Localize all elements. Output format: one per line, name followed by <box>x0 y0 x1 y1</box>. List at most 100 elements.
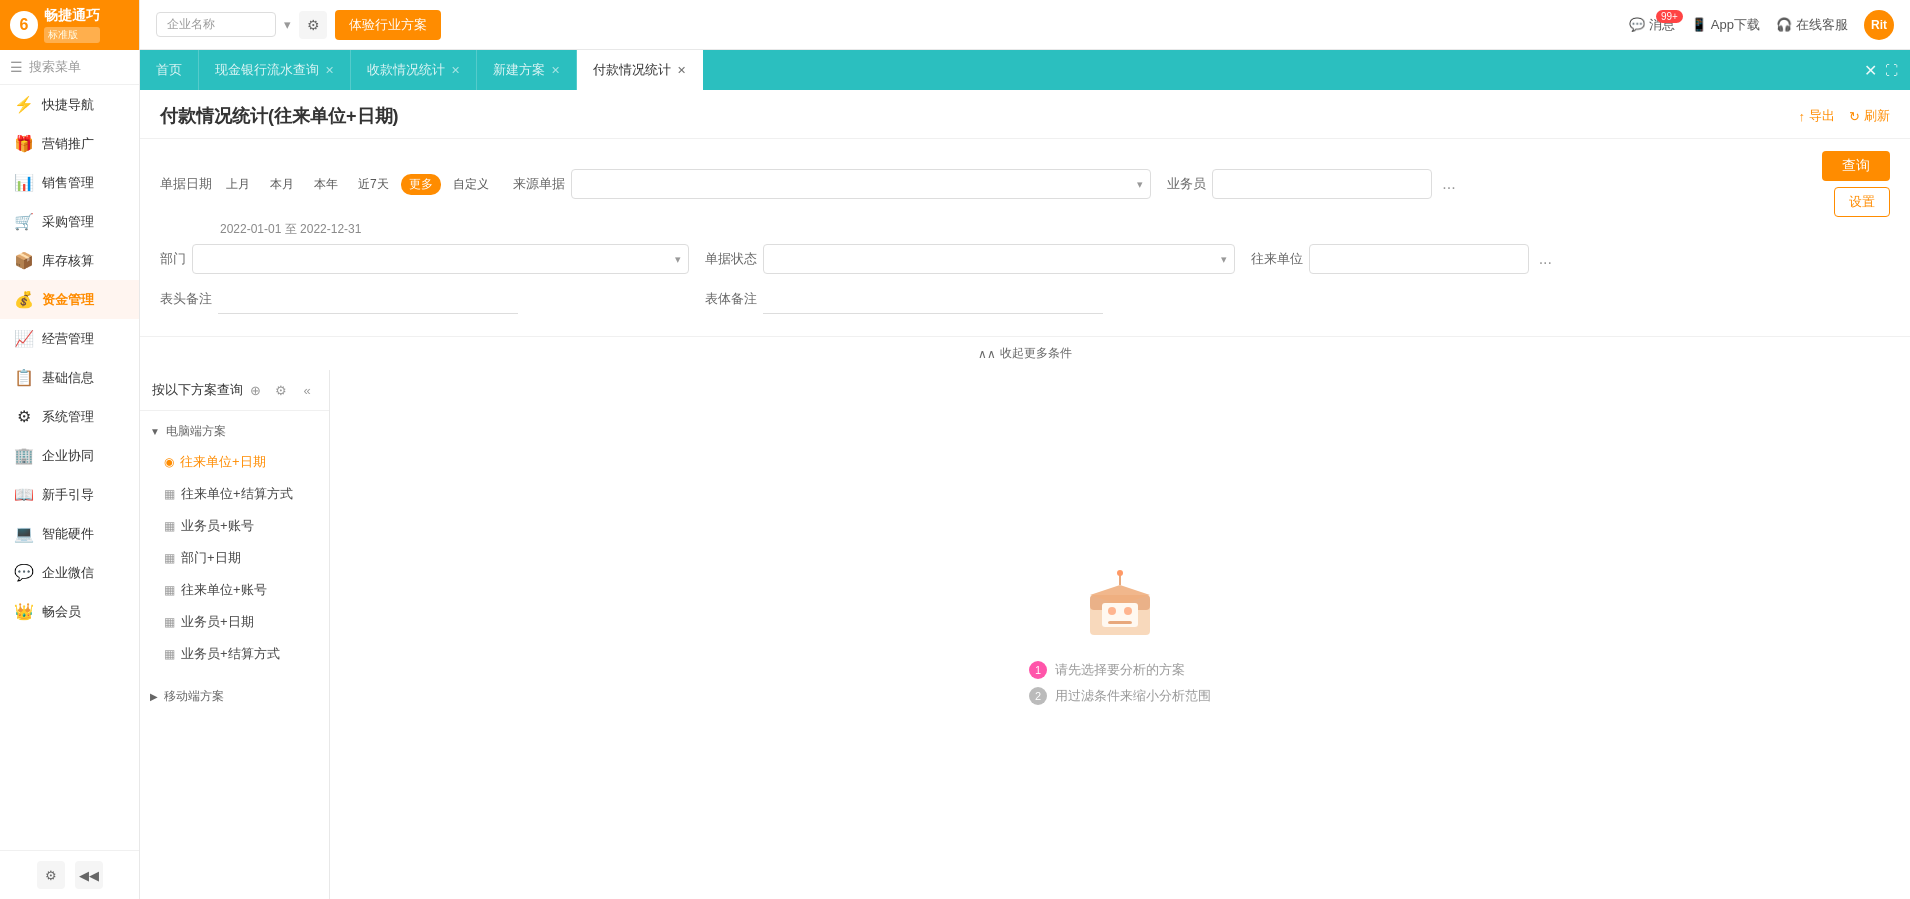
sidebar-collapse-btn[interactable]: ◀◀ <box>75 861 103 889</box>
system-icon: ⚙ <box>14 407 34 426</box>
salesman-input[interactable] <box>1212 169 1432 199</box>
date-opt-custom[interactable]: 自定义 <box>445 173 497 196</box>
query-btn[interactable]: 查询 <box>1822 151 1890 181</box>
source-select[interactable] <box>571 169 1152 199</box>
base-info-icon: 📋 <box>14 368 34 387</box>
body-note-label: 表体备注 <box>705 290 757 308</box>
date-opt-last-month[interactable]: 上月 <box>218 173 258 196</box>
sidebar-item-finance[interactable]: 💰 资金管理 <box>0 280 139 319</box>
topbar-app-btn[interactable]: 📱 App下载 <box>1691 16 1760 34</box>
tab-receipt-stats-close[interactable]: ✕ <box>451 64 460 77</box>
partner-input[interactable] <box>1309 244 1529 274</box>
sidebar-item-marketing[interactable]: 🎁 营销推广 <box>0 124 139 163</box>
tab-payment-stats[interactable]: 付款情况统计 ✕ <box>577 50 703 90</box>
partner-dots[interactable]: ... <box>1539 250 1552 268</box>
topbar-service-btn[interactable]: 🎧 在线客服 <box>1776 16 1848 34</box>
tab-new-scheme-close[interactable]: ✕ <box>551 64 560 77</box>
msg-icon: 💬 <box>1629 17 1645 32</box>
collapse-bar[interactable]: ∧∧ 收起更多条件 <box>140 336 1910 370</box>
scheme-dept-date[interactable]: ▦ 部门+日期 <box>140 542 329 574</box>
salesman-dots[interactable]: ... <box>1442 175 1455 193</box>
sidebar-settings-btn[interactable]: ⚙ <box>37 861 65 889</box>
date-opt-this-year[interactable]: 本年 <box>306 173 346 196</box>
topbar: 企业名称 ▾ ⚙ 体验行业方案 💬 消息 99+ 📱 App下载 🎧 在线客服 … <box>140 0 1910 50</box>
svg-rect-6 <box>1108 621 1132 624</box>
refresh-btn[interactable]: ↻ 刷新 <box>1849 107 1890 125</box>
filter-row-2: 部门 单据状态 <box>160 244 1890 274</box>
refresh-icon: ↻ <box>1849 109 1860 124</box>
date-opt-7days[interactable]: 近7天 <box>350 173 397 196</box>
scheme-partner-settle[interactable]: ▦ 往来单位+结算方式 <box>140 478 329 510</box>
sidebar-item-wechat[interactable]: 💬 企业微信 <box>0 553 139 592</box>
trial-btn[interactable]: 体验行业方案 <box>335 10 441 40</box>
tab-cash-flow-close[interactable]: ✕ <box>325 64 334 77</box>
scheme-chart-icon: ◉ <box>164 455 174 469</box>
header-note-input[interactable] <box>218 284 518 314</box>
logo-icon: 6 <box>10 11 38 39</box>
sidebar-item-quick-nav[interactable]: ⚡ 快捷导航 <box>0 85 139 124</box>
sidebar-item-hardware[interactable]: 💻 智能硬件 <box>0 514 139 553</box>
empty-state: 1 请先选择要分析的方案 2 用过滤条件来缩小分析范围 <box>1029 565 1211 705</box>
set-btn[interactable]: 设置 <box>1834 187 1890 217</box>
scheme-salesman-settle[interactable]: ▦ 业务员+结算方式 <box>140 638 329 670</box>
scheme-salesman-date[interactable]: ▦ 业务员+日期 <box>140 606 329 638</box>
sidebar-item-operation[interactable]: 📈 经营管理 <box>0 319 139 358</box>
tab-new-scheme[interactable]: 新建方案 ✕ <box>477 50 577 90</box>
sales-icon: 📊 <box>14 173 34 192</box>
wechat-icon: 💬 <box>14 563 34 582</box>
date-opt-more[interactable]: 更多 <box>401 174 441 195</box>
tab-close-all-icon[interactable]: ✕ <box>1864 61 1877 80</box>
scheme-collapse-btn[interactable]: « <box>297 380 317 400</box>
sidebar-item-inventory[interactable]: 📦 库存核算 <box>0 241 139 280</box>
sidebar-item-enterprise[interactable]: 🏢 企业协同 <box>0 436 139 475</box>
tab-cash-flow[interactable]: 现金银行流水查询 ✕ <box>199 50 351 90</box>
tab-expand-icon[interactable]: ⛶ <box>1885 63 1898 78</box>
tabbar: 首页 现金银行流水查询 ✕ 收款情况统计 ✕ 新建方案 ✕ 付款情况统计 ✕ ✕… <box>140 50 1910 90</box>
status-select[interactable] <box>763 244 1234 274</box>
sidebar-item-member[interactable]: 👑 畅会员 <box>0 592 139 631</box>
collapse-panel-icon: « <box>303 383 310 398</box>
mobile-scheme-group: ▶ 移动端方案 <box>140 676 329 717</box>
desktop-group-header[interactable]: ▼ 电脑端方案 <box>140 417 329 446</box>
source-filter-group: 来源单据 <box>513 169 1152 199</box>
topbar-left: 企业名称 ▾ ⚙ 体验行业方案 <box>156 10 441 40</box>
mobile-group-header[interactable]: ▶ 移动端方案 <box>140 682 329 711</box>
sidebar-item-base-info[interactable]: 📋 基础信息 <box>0 358 139 397</box>
sidebar-item-guide[interactable]: 📖 新手引导 <box>0 475 139 514</box>
inventory-icon: 📦 <box>14 251 34 270</box>
scheme-settings-btn[interactable]: ⚙ <box>271 380 291 400</box>
scheme-table-icon-5: ▦ <box>164 647 175 661</box>
main-area: 企业名称 ▾ ⚙ 体验行业方案 💬 消息 99+ 📱 App下载 🎧 在线客服 … <box>140 0 1910 899</box>
tab-payment-stats-close[interactable]: ✕ <box>677 64 686 77</box>
date-opt-this-month[interactable]: 本月 <box>262 173 302 196</box>
svg-point-8 <box>1117 570 1123 576</box>
mobile-group-toggle: ▶ <box>150 691 158 702</box>
topbar-msg-btn[interactable]: 💬 消息 99+ <box>1629 16 1675 34</box>
export-btn[interactable]: ↑ 导出 <box>1799 107 1836 125</box>
sidebar-item-sales[interactable]: 📊 销售管理 <box>0 163 139 202</box>
left-panel: 按以下方案查询 ⊕ ⚙ « <box>140 370 330 899</box>
scheme-partner-account[interactable]: ▦ 往来单位+账号 <box>140 574 329 606</box>
sidebar-item-system[interactable]: ⚙ 系统管理 <box>0 397 139 436</box>
profile-dropdown-icon[interactable]: ▾ <box>284 17 291 32</box>
content-area: 按以下方案查询 ⊕ ⚙ « <box>140 370 1910 899</box>
body-note-input[interactable] <box>763 284 1103 314</box>
scheme-table-icon-4: ▦ <box>164 615 175 629</box>
sidebar-item-purchase[interactable]: 🛒 采购管理 <box>0 202 139 241</box>
tab-home[interactable]: 首页 <box>140 50 199 90</box>
scheme-salesman-account[interactable]: ▦ 业务员+账号 <box>140 510 329 542</box>
header-note-label: 表头备注 <box>160 290 212 308</box>
dept-select[interactable] <box>192 244 689 274</box>
scheme-partner-date[interactable]: ◉ 往来单位+日期 <box>140 446 329 478</box>
scheme-table-icon-1: ▦ <box>164 487 175 501</box>
topbar-settings-btn[interactable]: ⚙ <box>299 11 327 39</box>
step-1: 1 <box>1029 661 1047 679</box>
panel-header: 按以下方案查询 ⊕ ⚙ « <box>140 370 329 411</box>
sidebar-search[interactable]: ☰ 搜索菜单 <box>0 50 139 85</box>
scheme-add-btn[interactable]: ⊕ <box>245 380 265 400</box>
user-avatar[interactable]: Rit <box>1864 10 1894 40</box>
query-btns: 查询 设置 <box>1822 151 1890 217</box>
profile-selector[interactable]: 企业名称 <box>156 12 276 37</box>
source-label: 来源单据 <box>513 175 565 193</box>
tab-receipt-stats[interactable]: 收款情况统计 ✕ <box>351 50 477 90</box>
